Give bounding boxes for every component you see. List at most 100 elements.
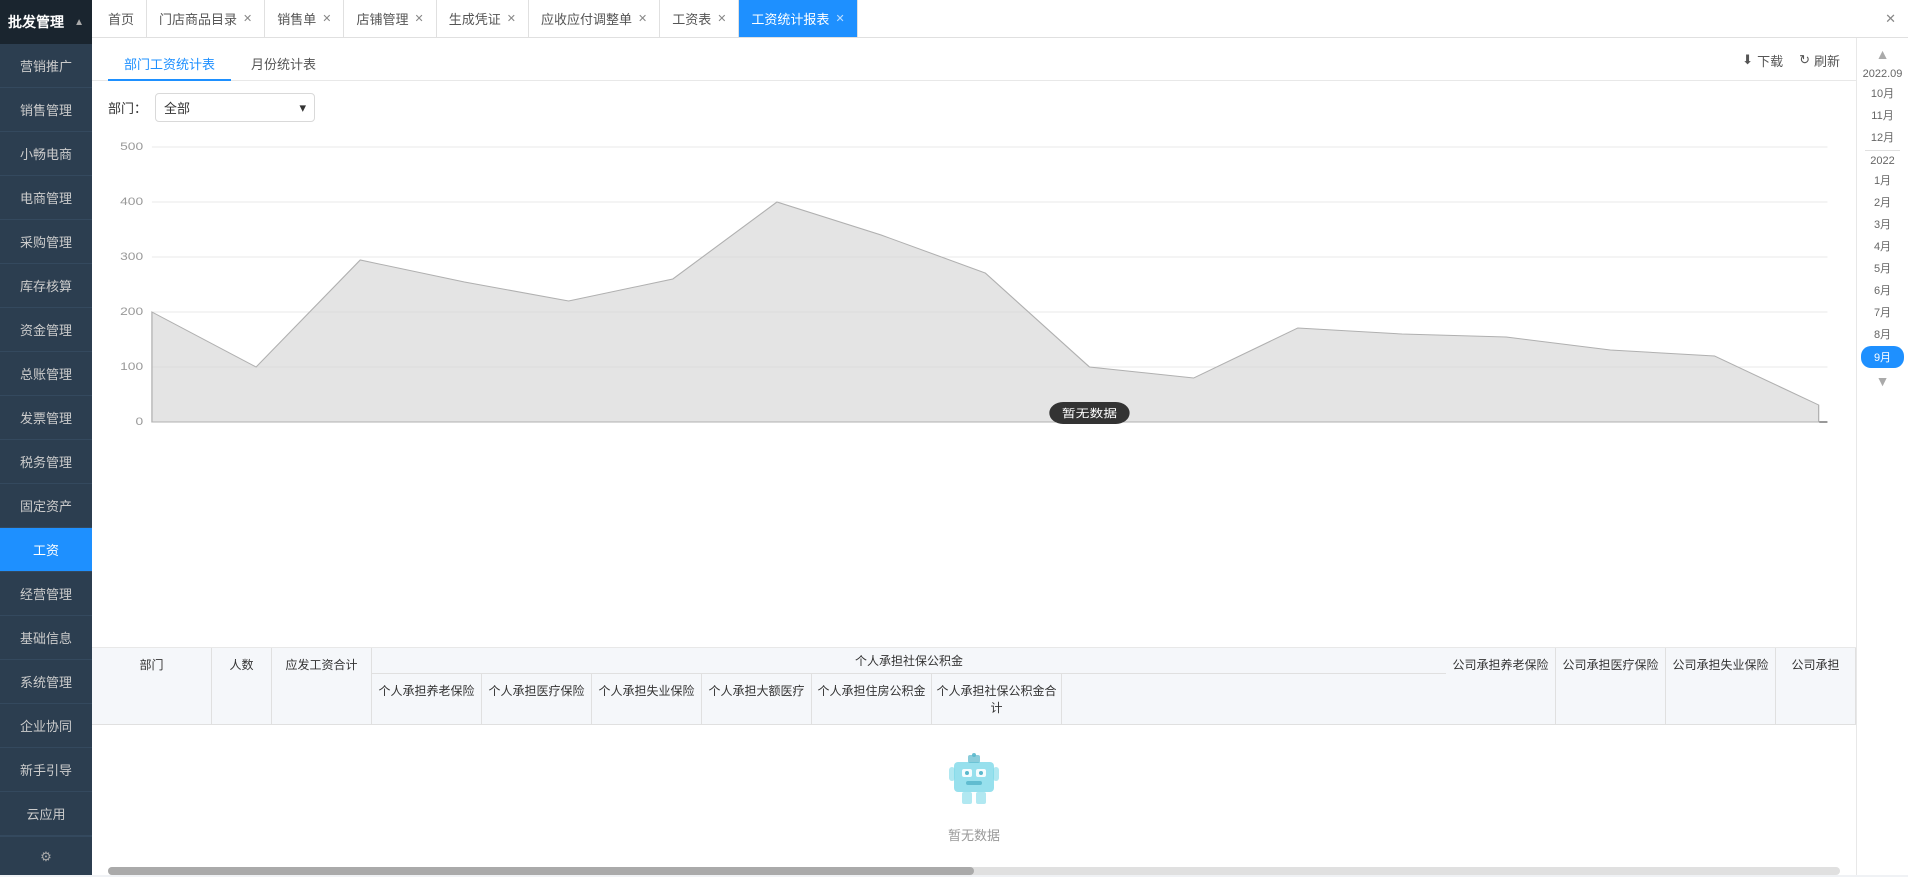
table-nodata: 暂无数据	[92, 725, 1856, 865]
timeline-down-arrow[interactable]: ▼	[1872, 369, 1894, 393]
sidebar-item-marketing[interactable]: 营销推广	[0, 44, 92, 88]
col-personal-major-medical: 个人承担大额医疗	[702, 674, 812, 724]
sub-tab-actions: ⬇ 下载 ↻ 刷新	[1742, 51, 1840, 78]
content-inner: 部门工资统计表 月份统计表 ⬇ 下载 ↻ 刷新	[92, 38, 1856, 875]
sidebar-title: 批发管理	[8, 12, 64, 32]
svg-text:100: 100	[120, 360, 143, 372]
sidebar-item-salary[interactable]: 工资	[0, 528, 92, 572]
tab-voucher[interactable]: 生成凭证 ✕	[437, 0, 529, 38]
timeline-month-8[interactable]: 8月	[1857, 323, 1908, 345]
col-personal-pension: 个人承担养老保险	[372, 674, 482, 724]
tab-close-sales[interactable]: ✕	[322, 12, 331, 25]
sidebar-item-ecommerce[interactable]: 电商管理	[0, 176, 92, 220]
tab-close-salary-report[interactable]: ✕	[835, 12, 844, 25]
timeline-month-10[interactable]: 10月	[1857, 82, 1908, 104]
sub-tab-bar: 部门工资统计表 月份统计表 ⬇ 下载 ↻ 刷新	[92, 38, 1856, 81]
sub-tabs: 部门工资统计表 月份统计表	[108, 48, 332, 80]
timeline-month-11[interactable]: 11月	[1857, 104, 1908, 126]
svg-text:200: 200	[120, 305, 143, 317]
timeline-month-9[interactable]: 9月	[1861, 346, 1904, 368]
sidebar-item-finance[interactable]: 资金管理	[0, 308, 92, 352]
sidebar-item-sales[interactable]: 销售管理	[0, 88, 92, 132]
timeline-year-label[interactable]: 2022.09	[1857, 66, 1908, 82]
tab-home[interactable]: 首页	[96, 0, 147, 38]
sidebar-item-invoice[interactable]: 发票管理	[0, 396, 92, 440]
timeline-year-2022[interactable]: 2022	[1857, 153, 1908, 169]
sidebar-item-operations[interactable]: 经营管理	[0, 572, 92, 616]
refresh-icon: ↻	[1799, 52, 1810, 68]
salary-chart: 500 400 300 200 100 0	[108, 142, 1840, 442]
table-header: 部门 人数 应发工资合计 个人承担社保公积金 个人承担养老保	[92, 648, 1856, 725]
scrollbar-thumb[interactable]	[108, 867, 974, 875]
tab-salary-table[interactable]: 工资表 ✕	[660, 0, 739, 38]
col-company-other: 公司承担	[1776, 648, 1856, 724]
close-all-icon: ✕	[1885, 11, 1896, 27]
subtab-dept-salary[interactable]: 部门工资统计表	[108, 48, 231, 81]
svg-text:400: 400	[120, 195, 143, 207]
timeline-month-5[interactable]: 5月	[1857, 257, 1908, 279]
sidebar-item-collab[interactable]: 企业协同	[0, 704, 92, 748]
timeline-month-12[interactable]: 12月	[1857, 126, 1908, 148]
tab-close-store-manage[interactable]: ✕	[415, 12, 424, 25]
timeline-month-1[interactable]: 1月	[1857, 169, 1908, 191]
timeline-month-6[interactable]: 6月	[1857, 279, 1908, 301]
download-icon: ⬇	[1742, 52, 1753, 68]
tab-sales[interactable]: 销售单 ✕	[265, 0, 344, 38]
tab-bar-close-button[interactable]: ✕	[1877, 11, 1904, 27]
sidebar-settings-button[interactable]: ⚙	[0, 836, 92, 877]
sidebar-item-guide[interactable]: 新手引导	[0, 748, 92, 792]
sidebar-item-system[interactable]: 系统管理	[0, 660, 92, 704]
nodata-text: 暂无数据	[948, 825, 1000, 844]
timeline-month-2[interactable]: 2月	[1857, 191, 1908, 213]
sidebar-collapse-icon: ▲	[74, 17, 84, 28]
svg-text:300: 300	[120, 250, 143, 262]
tab-store-catalog[interactable]: 门店商品目录 ✕	[147, 0, 265, 38]
sidebar-item-tax[interactable]: 税务管理	[0, 440, 92, 484]
subtab-monthly[interactable]: 月份统计表	[235, 48, 332, 81]
tab-close-ar-ap[interactable]: ✕	[638, 12, 647, 25]
tab-bar: 首页 门店商品目录 ✕ 销售单 ✕ 店铺管理 ✕ 生成凭证 ✕ 应收应付调整单 …	[92, 0, 1908, 38]
col-company-medical: 公司承担医疗保险	[1556, 648, 1666, 724]
sidebar: 批发管理 ▲ 营销推广 销售管理 小畅电商 电商管理 采购管理 库存核算 资金管…	[0, 0, 92, 875]
timeline-month-3[interactable]: 3月	[1857, 213, 1908, 235]
department-select[interactable]: 全部 ▾	[155, 93, 315, 122]
group-cols-personal: 个人承担养老保险 个人承担医疗保险 个人承担失业保险 个人承担大额医疗	[372, 674, 1446, 724]
col-company-unemployment: 公司承担失业保险	[1666, 648, 1776, 724]
col-total-salary: 应发工资合计	[272, 648, 372, 724]
tab-ar-ap[interactable]: 应收应付调整单 ✕	[529, 0, 660, 38]
timeline-month-7[interactable]: 7月	[1857, 301, 1908, 323]
sidebar-item-inventory[interactable]: 库存核算	[0, 264, 92, 308]
timeline-panel: ▲ 2022.09 10月 11月 12月 2022 1月 2月 3月 4月 5…	[1856, 38, 1908, 875]
svg-text:0: 0	[135, 415, 143, 427]
horizontal-scrollbar[interactable]	[108, 867, 1840, 875]
group-label-personal: 个人承担社保公积金	[372, 648, 1446, 674]
col-company-pension: 公司承担养老保险	[1446, 648, 1556, 724]
content-wrapper: 部门工资统计表 月份统计表 ⬇ 下载 ↻ 刷新	[92, 38, 1908, 875]
timeline-month-4[interactable]: 4月	[1857, 235, 1908, 257]
sidebar-item-assets[interactable]: 固定资产	[0, 484, 92, 528]
tab-close-voucher[interactable]: ✕	[507, 12, 516, 25]
col-dept: 部门	[92, 648, 212, 724]
filter-row: 部门： 全部 ▾	[92, 81, 1856, 134]
download-button[interactable]: ⬇ 下载	[1742, 51, 1783, 70]
sidebar-item-basic-info[interactable]: 基础信息	[0, 616, 92, 660]
tab-close-salary-table[interactable]: ✕	[717, 12, 726, 25]
content-area: 部门工资统计表 月份统计表 ⬇ 下载 ↻ 刷新	[92, 38, 1856, 875]
sidebar-item-cloud[interactable]: 云应用	[0, 792, 92, 836]
col-count: 人数	[212, 648, 272, 724]
col-personal-unemployment: 个人承担失业保险	[592, 674, 702, 724]
tab-close-store-catalog[interactable]: ✕	[243, 12, 252, 25]
tab-salary-report[interactable]: 工资统计报表 ✕	[739, 0, 857, 38]
timeline-divider	[1865, 150, 1901, 151]
sidebar-item-ledger[interactable]: 总账管理	[0, 352, 92, 396]
svg-text:暂无数据: 暂无数据	[1062, 406, 1117, 419]
chevron-down-icon: ▾	[299, 100, 306, 116]
sidebar-item-ecommerce-small[interactable]: 小畅电商	[0, 132, 92, 176]
refresh-button[interactable]: ↻ 刷新	[1799, 51, 1840, 70]
sidebar-header[interactable]: 批发管理 ▲	[0, 0, 92, 44]
svg-text:500: 500	[120, 142, 143, 153]
tab-store-manage[interactable]: 店铺管理 ✕	[344, 0, 436, 38]
timeline-up-arrow[interactable]: ▲	[1872, 42, 1894, 66]
sidebar-item-purchase[interactable]: 采购管理	[0, 220, 92, 264]
col-group-personal-social: 个人承担社保公积金 个人承担养老保险 个人承担医疗保险 个人承担失业保险	[372, 648, 1446, 724]
